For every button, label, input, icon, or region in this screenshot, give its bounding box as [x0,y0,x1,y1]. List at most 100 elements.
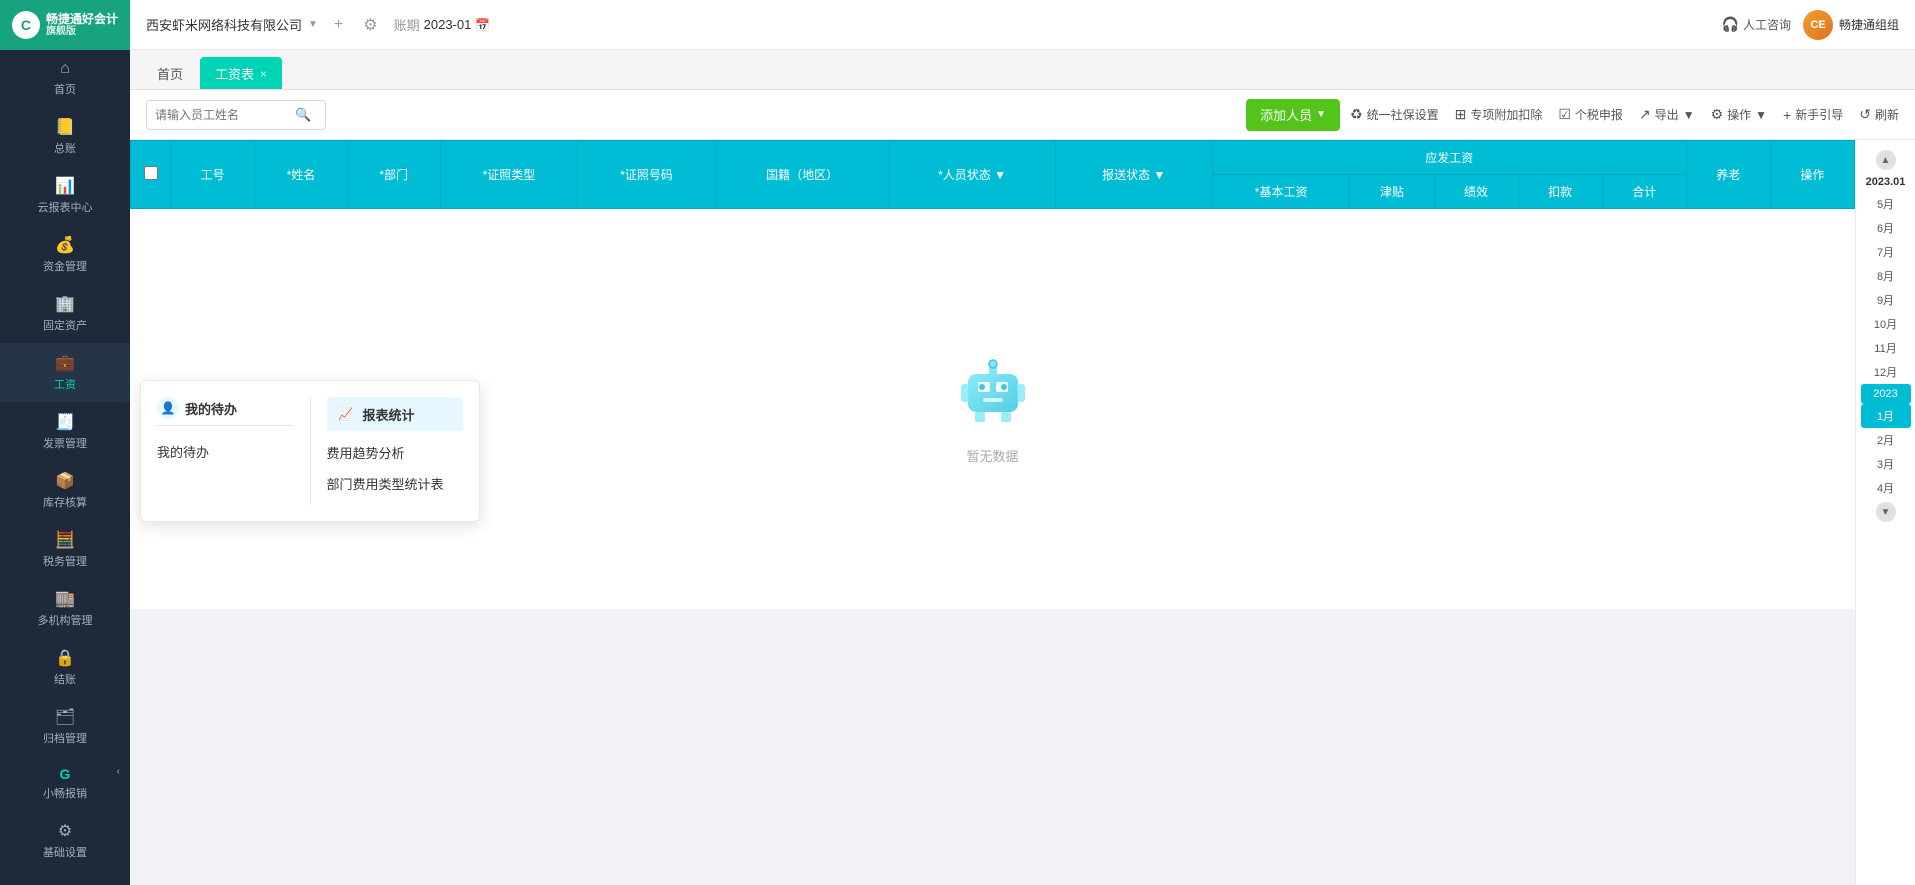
sidebar-item-cloud-report[interactable]: 📊 云报表中心 [0,166,130,225]
sidebar-item-fund[interactable]: 💰 资金管理 [0,225,130,284]
sidebar: C 畅捷通好会计 旗舰版 ⌂ 首页 📒 总账 📊 云报表中心 💰 资金管理 🏢 … [0,0,130,885]
th-country: 国籍（地区） [715,141,889,209]
headset-icon: 🎧 [1722,16,1739,33]
export-icon: ↗ [1639,106,1651,123]
th-bonus: 津贴 [1350,175,1434,209]
sidebar-item-guide[interactable]: ▷ 新手引导 [0,870,130,885]
date-11month[interactable]: 11月 [1861,336,1911,360]
new-guide-action[interactable]: + 新手引导 [1783,106,1843,123]
date-7month[interactable]: 7月 [1861,240,1911,264]
date-1month[interactable]: 1月 [1861,404,1911,428]
date-6month[interactable]: 6月 [1861,216,1911,240]
tax-report-icon: ☑ [1558,106,1571,123]
cloud-report-icon: 📊 [55,176,75,196]
export-action[interactable]: ↗ 导出 ▼ [1639,106,1695,123]
app-logo: C 畅捷通好会计 旗舰版 [0,0,130,50]
xiaochang-popup: 👤 我的待办 我的待办 📈 报表统计 费用趋势分析 部门 [140,380,480,522]
date-9month[interactable]: 9月 [1861,288,1911,312]
popup-right-items: 费用趋势分析 部门费用类型统计表 [327,431,464,505]
date-panel-year: 2023.01 [1866,172,1906,192]
period-selector[interactable]: 账期 2023-01 📅 [394,15,491,34]
settings-icon[interactable]: ⚙ [359,15,381,35]
th-report-status: 报送状态 ▼ [1055,141,1212,209]
th-action: 操作 [1770,141,1854,209]
social-security-icon: ♻ [1350,106,1363,123]
popup-left-title: 我的待办 [185,399,237,418]
sidebar-item-salary[interactable]: 💼 工资 [0,343,130,402]
sidebar-item-tax[interactable]: 🧮 税务管理 [0,520,130,579]
sidebar-nav: ⌂ 首页 📒 总账 📊 云报表中心 💰 资金管理 🏢 固定资产 💼 工资 🧾 发… [0,50,130,885]
popup-item-my-todo[interactable]: 我的待办 [157,436,294,467]
calendar-icon: 📅 [475,18,490,32]
date-8month[interactable]: 8月 [1861,264,1911,288]
topbar: 西安虾米网络科技有限公司 ▼ + ⚙ 账期 2023-01 📅 🎧 人工咨询 C… [130,0,1915,50]
sidebar-item-multi-org[interactable]: 🏬 多机构管理 [0,579,130,638]
support-button[interactable]: 🎧 人工咨询 [1722,16,1791,33]
toolbar: 🔍 添加人员 ▼ ♻ 统一社保设置 ⊞ 专项附加扣除 ☑ 个税申报 ↗ 导出 ▼ [130,90,1915,140]
operation-icon: ⚙ [1711,106,1724,123]
date-2023-year[interactable]: 2023 [1861,384,1911,404]
date-12month[interactable]: 12月 [1861,360,1911,384]
tab-salary-table[interactable]: 工资表 × [200,57,282,89]
sidebar-item-home[interactable]: ⌂ 首页 [0,50,130,107]
date-nav-up[interactable]: ▲ [1876,150,1896,170]
popup-col-left: 👤 我的待办 我的待办 [157,397,294,505]
todo-header-icon: 👤 [157,397,179,419]
sidebar-item-fixed-assets[interactable]: 🏢 固定资产 [0,284,130,343]
company-name: 西安虾米网络科技有限公司 [146,15,302,34]
special-deduct-action[interactable]: ⊞ 专项附加扣除 [1455,106,1543,123]
toolbar-actions: ♻ 统一社保设置 ⊞ 专项附加扣除 ☑ 个税申报 ↗ 导出 ▼ ⚙ 操作 ▼ [1350,106,1899,123]
popup-columns: 👤 我的待办 我的待办 📈 报表统计 费用趋势分析 部门 [157,397,463,505]
th-base-salary: *基本工资 [1212,175,1350,209]
popup-divider [310,397,311,505]
inventory-icon: 📦 [55,471,75,491]
date-nav-down[interactable]: ▼ [1876,502,1896,522]
xiaochang-icon: G [60,766,71,782]
th-total: 合计 [1602,175,1686,209]
th-checkbox[interactable] [131,141,171,209]
sidebar-item-archive[interactable]: 🗂 归档管理 [0,697,130,756]
refresh-icon: ↺ [1859,106,1871,123]
select-all-checkbox[interactable] [144,166,158,180]
th-deduction: 扣款 [1518,175,1602,209]
sidebar-item-invoice[interactable]: 🧾 发票管理 [0,402,130,461]
popup-item-dept-cost[interactable]: 部门费用类型统计表 [327,468,464,499]
popup-right-header: 📈 报表统计 [327,397,464,431]
date-2month[interactable]: 2月 [1861,428,1911,452]
social-security-action[interactable]: ♻ 统一社保设置 [1350,106,1439,123]
user-info[interactable]: CE 畅捷通组组 [1803,10,1899,40]
date-10month[interactable]: 10月 [1861,312,1911,336]
tab-close-icon[interactable]: × [260,67,267,81]
th-name: *姓名 [255,141,348,209]
archive-icon: 🗂 [55,707,75,727]
company-selector[interactable]: 西安虾米网络科技有限公司 ▼ [146,15,318,34]
refresh-action[interactable]: ↺ 刷新 [1859,106,1899,123]
sidebar-item-basic[interactable]: ⚙ 基础设置 [0,811,130,870]
add-button[interactable]: + [330,16,347,34]
salary-icon: 💼 [55,353,75,373]
guide-icon: ▷ [59,880,71,885]
salary-table: 工号 *姓名 *部门 *证照类型 *证照号码 国籍（地区） *人员状态 ▼ 报送… [130,140,1855,609]
tab-home[interactable]: 首页 [142,57,198,89]
sidebar-item-inventory[interactable]: 📦 库存核算 [0,461,130,520]
date-5month[interactable]: 5月 [1861,192,1911,216]
sidebar-item-xiaochang[interactable]: G 小畅报销 ‹ [0,756,130,811]
popup-item-cost-trend[interactable]: 费用趋势分析 [327,437,464,468]
sidebar-item-closing[interactable]: 🔒 结账 [0,638,130,697]
search-input[interactable] [155,108,295,122]
period-label: 账期 [394,15,420,34]
search-icon[interactable]: 🔍 [295,107,311,123]
export-arrow: ▼ [1683,108,1695,122]
sidebar-item-ledger[interactable]: 📒 总账 [0,107,130,166]
tax-report-action[interactable]: ☑ 个税申报 [1558,106,1623,123]
avatar: CE [1803,10,1833,40]
th-department: *部门 [347,141,440,209]
search-box[interactable]: 🔍 [146,100,326,130]
date-4month[interactable]: 4月 [1861,476,1911,500]
date-panel: ▲ 2023.01 5月 6月 7月 8月 9月 10月 11月 12月 202… [1855,140,1915,885]
table-header-row-1: 工号 *姓名 *部门 *证照类型 *证照号码 国籍（地区） *人员状态 ▼ 报送… [131,141,1855,175]
add-person-button[interactable]: 添加人员 ▼ [1246,99,1340,131]
date-3month[interactable]: 3月 [1861,452,1911,476]
th-salary-group: 应发工资 [1212,141,1686,175]
operation-action[interactable]: ⚙ 操作 ▼ [1711,106,1767,123]
